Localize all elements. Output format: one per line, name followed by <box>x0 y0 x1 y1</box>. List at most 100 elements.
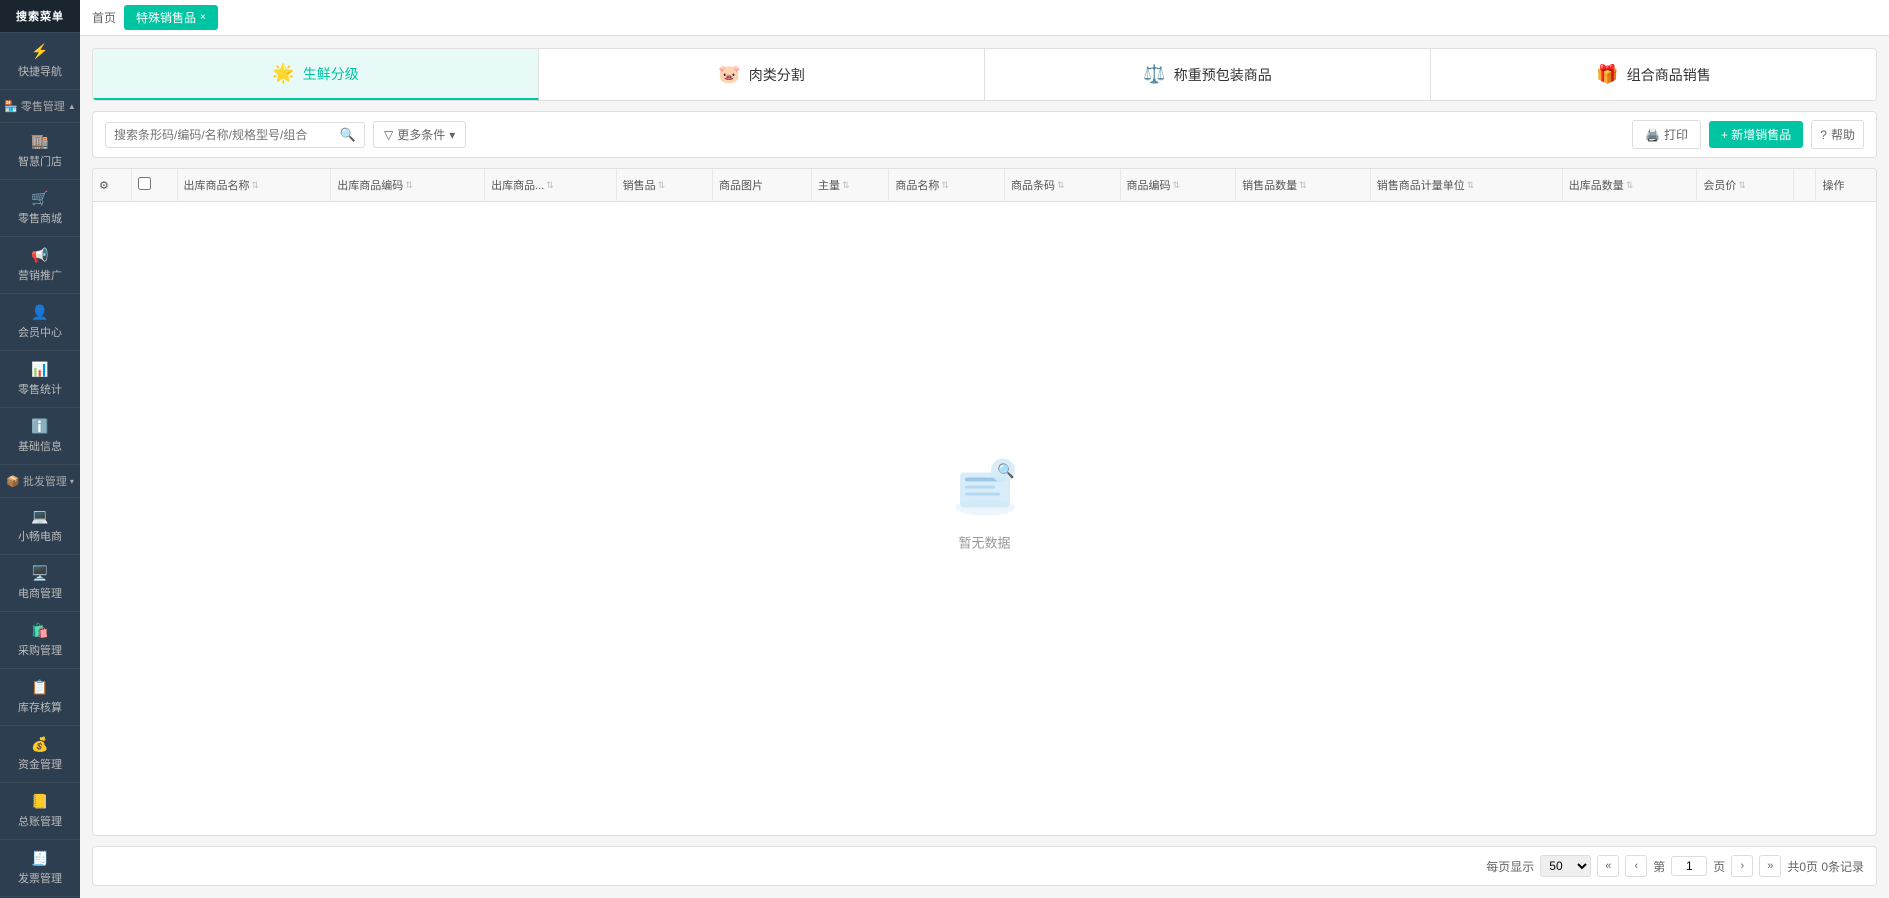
th-outbound-etc: 出库商品... ⇅ <box>485 169 617 202</box>
sort-outbound-code[interactable]: 出库商品编码 ⇅ <box>337 177 478 193</box>
sort-icon-11: ⇅ <box>1626 180 1634 191</box>
pagination: 每页显示 50 10 20 100 « ‹ 第 页 › » 共0页 0条记录 <box>92 846 1877 886</box>
help-button[interactable]: ? 帮助 <box>1811 120 1864 149</box>
sidebar-item-marketing[interactable]: 📢 营销推广 <box>0 237 80 294</box>
search-icon[interactable]: 🔍 <box>340 127 356 143</box>
topbar: 首页 特殊销售品 × <box>80 0 1889 36</box>
toolbar: 🔍 ▽ 更多条件 ▾ 🖨️ 打印 + 新增销售品 ? 帮助 <box>92 111 1877 158</box>
wholesale-arrow: ▾ <box>70 477 74 486</box>
sort-member-price[interactable]: 会员价 ⇅ <box>1703 177 1786 193</box>
sidebar-item-basicinfo1[interactable]: ℹ️ 基础信息 <box>0 408 80 465</box>
quicknav-icon: ⚡ <box>31 43 48 60</box>
sidebar-logo[interactable]: 搜索菜单 <box>0 0 80 33</box>
sort-icon-9: ⇅ <box>1299 180 1307 191</box>
sort-icon-2: ⇅ <box>405 180 413 191</box>
cat-tab-combo-label: 组合商品销售 <box>1627 65 1711 85</box>
th-product-name: 商品名称 ⇅ <box>889 169 1005 202</box>
th-operation: 操作 <box>1816 169 1876 202</box>
filter-button[interactable]: ▽ 更多条件 ▾ <box>373 121 466 148</box>
select-all-checkbox[interactable] <box>138 177 151 190</box>
th-checkbox[interactable] <box>132 169 177 202</box>
sidebar-item-invoice[interactable]: 🧾 发票管理 <box>0 840 80 897</box>
cat-tab-combo[interactable]: 🎁 组合商品销售 <box>1431 49 1876 100</box>
weigh-icon: ⚖️ <box>1143 64 1165 85</box>
inventory-icon: 📋 <box>31 679 48 696</box>
sidebar-item-smartstore[interactable]: 🏬 智慧门店 <box>0 123 80 180</box>
search-box[interactable]: 🔍 <box>105 122 365 148</box>
active-tab[interactable]: 特殊销售品 × <box>124 5 218 30</box>
sidebar-item-ecommerce[interactable]: 💻 小畅电商 <box>0 498 80 555</box>
sidebar-item-members[interactable]: 👤 会员中心 <box>0 294 80 351</box>
cat-tab-meat-label: 肉类分割 <box>749 65 805 85</box>
empty-illustration: 🔍 <box>945 453 1025 523</box>
th-outbound-code: 出库商品编码 ⇅ <box>331 169 485 202</box>
sort-icon-6: ⇅ <box>941 180 949 191</box>
sort-sales-qty[interactable]: 销售品数量 ⇅ <box>1242 177 1364 193</box>
sidebar-item-retailmall[interactable]: 🛒 零售商城 <box>0 180 80 237</box>
main-area: 首页 特殊销售品 × 🌟 生鲜分级 🐷 肉类分割 ⚖️ 称重预包装商品 🎁 组合… <box>80 0 1889 898</box>
members-icon: 👤 <box>31 304 48 321</box>
purchase-icon: 🛍️ <box>31 622 48 639</box>
th-product-image: 商品图片 <box>713 169 812 202</box>
print-button[interactable]: 🖨️ 打印 <box>1632 120 1701 149</box>
next-page-button[interactable]: › <box>1731 855 1753 877</box>
sort-icon-12: ⇅ <box>1738 180 1746 191</box>
sort-outbound-qty[interactable]: 出库品数量 ⇅ <box>1569 177 1691 193</box>
th-product-code: 商品编码 ⇅ <box>1120 169 1236 202</box>
table-wrapper: ⚙ 出库商品名称 ⇅ 出库商品编码 ⇅ <box>92 168 1877 836</box>
sidebar-section-retail[interactable]: 🏪 零售管理 ▲ <box>0 90 80 123</box>
retailstats-icon: 📊 <box>31 361 48 378</box>
sidebar-section-wholesale[interactable]: 📦 批发管理 ▾ <box>0 465 80 498</box>
th-settings[interactable]: ⚙ <box>93 169 132 202</box>
th-sales-qty: 销售品数量 ⇅ <box>1236 169 1371 202</box>
empty-text: 暂无数据 <box>958 533 1010 552</box>
sidebar-item-finance[interactable]: 💰 资金管理 <box>0 726 80 783</box>
search-input[interactable] <box>114 128 336 142</box>
page-label-pre: 第 <box>1653 858 1665 875</box>
total-info: 共0页 0条记录 <box>1787 858 1864 875</box>
ecommerce-icon: 💻 <box>31 508 48 525</box>
add-product-button[interactable]: + 新增销售品 <box>1709 121 1803 148</box>
sort-outbound-name[interactable]: 出库商品名称 ⇅ <box>184 177 325 193</box>
meat-icon: 🐷 <box>718 64 740 85</box>
sidebar-item-inventory[interactable]: 📋 库存核算 <box>0 669 80 726</box>
sort-icon-5: ⇅ <box>842 180 850 191</box>
sidebar-item-purchase[interactable]: 🛍️ 采购管理 <box>0 612 80 669</box>
sidebar-item-ecommercemgmt[interactable]: 🖥️ 电商管理 <box>0 555 80 612</box>
sidebar: 搜索菜单 ⚡ 快捷导航 🏪 零售管理 ▲ 🏬 智慧门店 🛒 零售商城 📢 营销推… <box>0 0 80 898</box>
cat-tab-meat[interactable]: 🐷 肉类分割 <box>539 49 985 100</box>
page-input[interactable] <box>1671 856 1707 876</box>
table-header-row: ⚙ 出库商品名称 ⇅ 出库商品编码 ⇅ <box>93 169 1876 202</box>
add-label: + 新增销售品 <box>1721 126 1791 143</box>
retail-icon: 🏪 <box>4 100 18 113</box>
per-page-select[interactable]: 50 10 20 100 <box>1540 855 1591 877</box>
sort-barcode[interactable]: 商品条码 ⇅ <box>1011 177 1114 193</box>
first-page-button[interactable]: « <box>1597 855 1619 877</box>
sidebar-item-quicknav[interactable]: ⚡ 快捷导航 <box>0 33 80 90</box>
filter-icon: ▽ <box>384 128 393 142</box>
close-tab-icon[interactable]: × <box>200 12 206 23</box>
cat-tab-weigh[interactable]: ⚖️ 称重预包装商品 <box>985 49 1431 100</box>
sort-main-weight[interactable]: 主量 ⇅ <box>818 177 882 193</box>
sort-outbound-etc[interactable]: 出库商品... ⇅ <box>491 177 610 193</box>
sort-sales-item[interactable]: 销售品 ⇅ <box>623 177 706 193</box>
cat-tab-fresh[interactable]: 🌟 生鲜分级 <box>93 49 539 100</box>
sort-product-name[interactable]: 商品名称 ⇅ <box>895 177 998 193</box>
sort-icon-10: ⇅ <box>1467 180 1475 191</box>
basicinfo1-icon: ℹ️ <box>31 418 48 435</box>
finance-icon: 💰 <box>31 736 48 753</box>
prev-page-button[interactable]: ‹ <box>1625 855 1647 877</box>
sidebar-item-ledger[interactable]: 📒 总账管理 <box>0 783 80 840</box>
th-sales-item: 销售品 ⇅ <box>616 169 712 202</box>
th-empty <box>1793 169 1816 202</box>
retailmall-icon: 🛒 <box>31 190 48 207</box>
combo-icon: 🎁 <box>1596 64 1618 85</box>
print-icon: 🖨️ <box>1645 128 1660 142</box>
page-label-post: 页 <box>1713 858 1725 875</box>
sidebar-item-retailstats[interactable]: 📊 零售统计 <box>0 351 80 408</box>
sort-unit[interactable]: 销售商品计量单位 ⇅ <box>1377 177 1556 193</box>
last-page-button[interactable]: » <box>1759 855 1781 877</box>
cat-tab-fresh-label: 生鲜分级 <box>303 64 359 84</box>
sort-product-code[interactable]: 商品编码 ⇅ <box>1127 177 1230 193</box>
home-tab[interactable]: 首页 <box>92 9 116 26</box>
